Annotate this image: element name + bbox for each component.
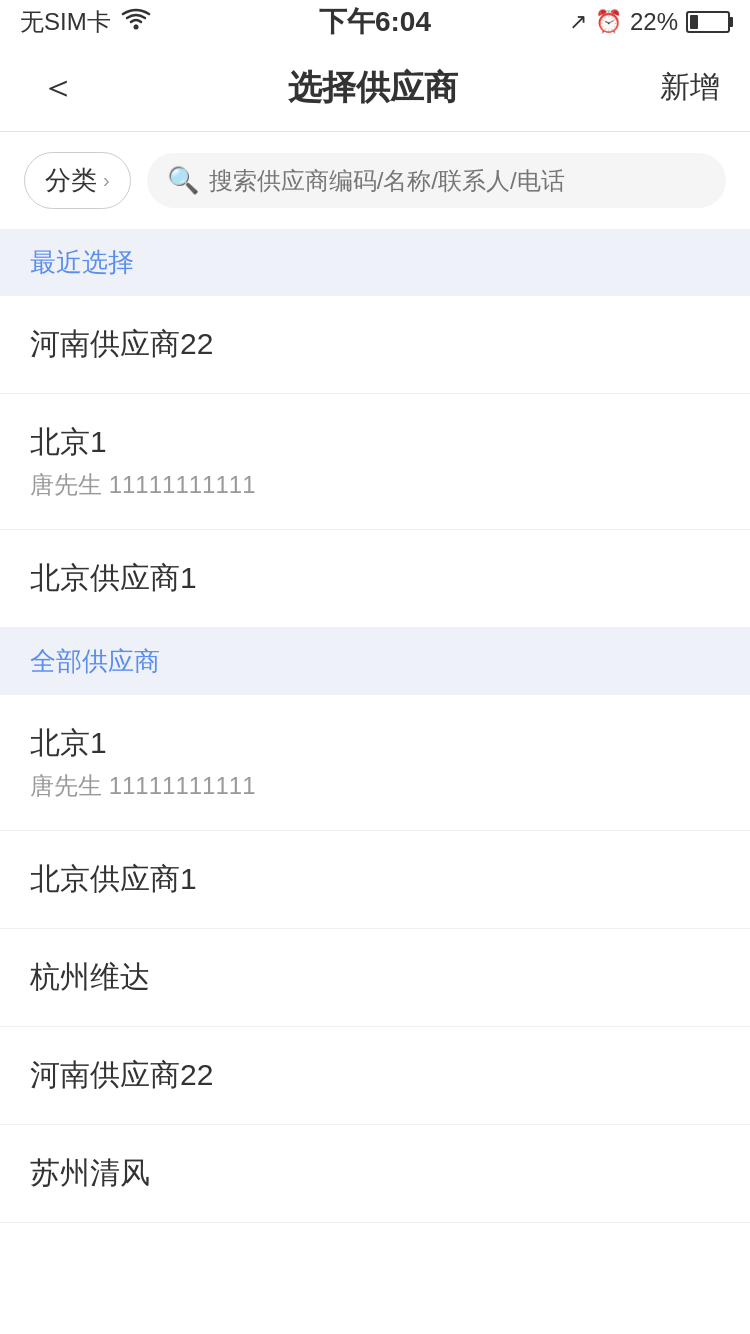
supplier-sub: 唐先生 11111111111 bbox=[30, 469, 720, 501]
supplier-name: 杭州维达 bbox=[30, 957, 720, 998]
battery-percent: 22% bbox=[630, 8, 678, 36]
list-item[interactable]: 河南供应商22 bbox=[0, 1027, 750, 1125]
status-right: ↗ ⏰ 22% bbox=[569, 8, 730, 36]
section-header-all: 全部供应商 bbox=[0, 628, 750, 695]
supplier-name: 苏州清风 bbox=[30, 1153, 720, 1194]
battery-icon bbox=[686, 11, 730, 33]
search-input[interactable] bbox=[209, 167, 706, 195]
back-button[interactable]: ＜ bbox=[30, 53, 86, 122]
list-item[interactable]: 北京1 唐先生 11111111111 bbox=[0, 394, 750, 530]
supplier-name: 河南供应商22 bbox=[30, 1055, 720, 1096]
wifi-icon bbox=[121, 8, 151, 36]
page-title: 选择供应商 bbox=[288, 65, 458, 111]
list-item[interactable]: 北京供应商1 bbox=[0, 831, 750, 929]
carrier-label: 无SIM卡 bbox=[20, 6, 111, 38]
nav-bar: ＜ 选择供应商 新增 bbox=[0, 44, 750, 132]
status-time: 下午6:04 bbox=[319, 3, 431, 41]
supplier-name: 北京供应商1 bbox=[30, 859, 720, 900]
category-button[interactable]: 分类 › bbox=[24, 152, 131, 209]
category-label: 分类 bbox=[45, 163, 97, 198]
supplier-name: 北京1 bbox=[30, 422, 720, 463]
search-box[interactable]: 🔍 bbox=[147, 153, 726, 208]
search-icon: 🔍 bbox=[167, 165, 199, 196]
list-item[interactable]: 杭州维达 bbox=[0, 929, 750, 1027]
location-icon: ↗ bbox=[569, 9, 587, 35]
list-item[interactable]: 苏州清风 bbox=[0, 1125, 750, 1223]
filter-bar: 分类 › 🔍 bbox=[0, 132, 750, 229]
supplier-list: 最近选择河南供应商22 北京1 唐先生 11111111111 北京供应商1 全部供应商… bbox=[0, 229, 750, 1223]
supplier-sub: 唐先生 11111111111 bbox=[30, 770, 720, 802]
svg-point-0 bbox=[133, 25, 138, 30]
chevron-right-icon: › bbox=[103, 169, 110, 192]
supplier-name: 北京供应商1 bbox=[30, 558, 720, 599]
alarm-icon: ⏰ bbox=[595, 9, 622, 35]
supplier-name: 北京1 bbox=[30, 723, 720, 764]
section-header-recent: 最近选择 bbox=[0, 229, 750, 296]
status-left: 无SIM卡 bbox=[20, 6, 151, 38]
add-button[interactable]: 新增 bbox=[660, 67, 720, 108]
supplier-name: 河南供应商22 bbox=[30, 324, 720, 365]
list-item[interactable]: 北京供应商1 bbox=[0, 530, 750, 628]
list-item[interactable]: 河南供应商22 bbox=[0, 296, 750, 394]
list-item[interactable]: 北京1 唐先生 11111111111 bbox=[0, 695, 750, 831]
status-bar: 无SIM卡 下午6:04 ↗ ⏰ 22% bbox=[0, 0, 750, 44]
